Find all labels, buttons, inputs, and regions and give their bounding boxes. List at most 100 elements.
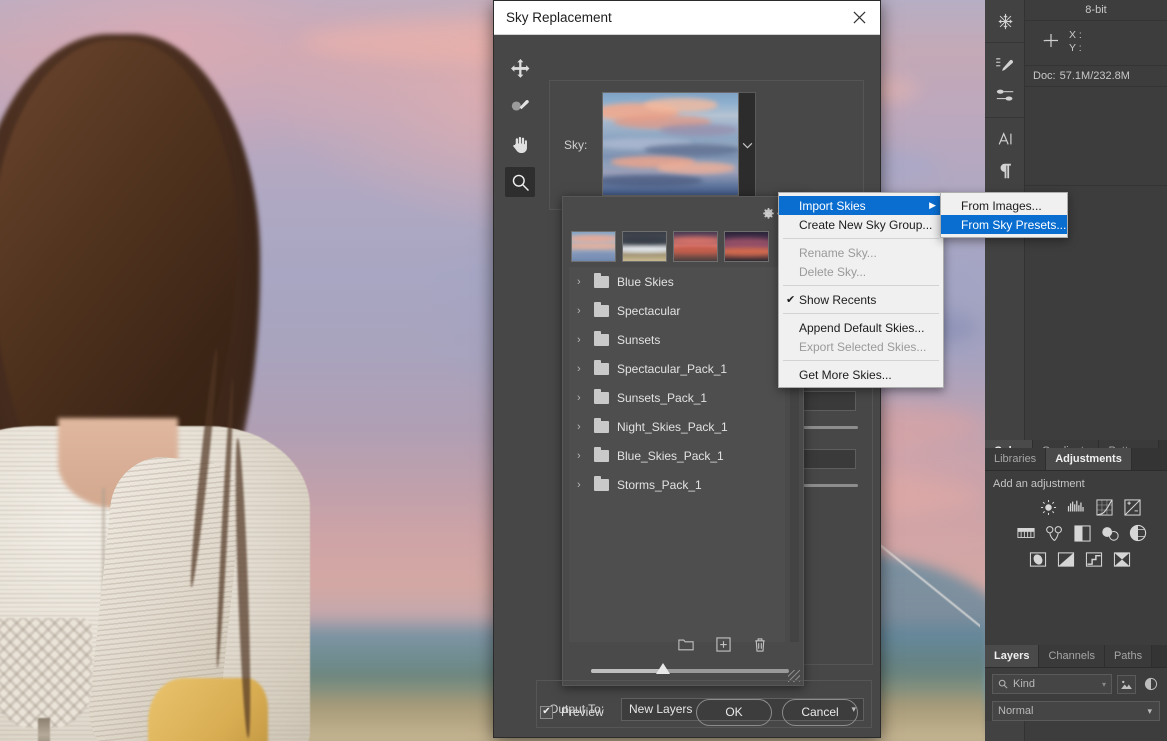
layer-filter-row: Kind ▾	[992, 674, 1160, 694]
layers-body: Kind ▾ Normal ▾	[985, 668, 1167, 721]
recent-sky-thumbnail[interactable]	[622, 231, 667, 262]
recent-sky-thumbnail[interactable]	[724, 231, 769, 262]
layers-panel: Layers Channels Paths Kind ▾ Normal ▾	[985, 645, 1167, 721]
sky-folder-item[interactable]: › Spectacular_Pack_1	[569, 354, 785, 383]
chevron-right-icon[interactable]: ›	[577, 479, 586, 491]
folder-icon	[594, 446, 609, 462]
chevron-right-icon[interactable]: ›	[577, 421, 586, 433]
sky-folder-item[interactable]: › Sunsets	[569, 325, 785, 354]
new-folder-icon[interactable]	[678, 638, 694, 656]
dialog-titlebar[interactable]: Sky Replacement	[494, 1, 880, 35]
chevron-right-icon[interactable]: ›	[577, 305, 586, 317]
foreground-lighting-slider[interactable]	[802, 426, 858, 429]
color-adjust-value[interactable]	[802, 449, 856, 469]
color-balance-icon[interactable]	[1071, 523, 1093, 543]
tab-paths[interactable]: Paths	[1104, 645, 1153, 667]
hand-tool[interactable]	[505, 129, 535, 159]
layer-kind-select[interactable]: Kind ▾	[992, 674, 1112, 694]
recent-sky-thumbnail[interactable]	[571, 231, 616, 262]
recent-sky-thumbnail[interactable]	[673, 231, 718, 262]
hue-saturation-icon[interactable]	[1043, 523, 1065, 543]
rail-group-2	[985, 43, 1024, 118]
menu-item-from-images[interactable]: From Images...	[941, 196, 1067, 215]
thumbnail-size-slider[interactable]	[591, 663, 789, 674]
channel-mixer-icon[interactable]	[1027, 549, 1049, 569]
close-icon[interactable]	[846, 5, 872, 31]
tab-libraries[interactable]: Libraries	[985, 448, 1047, 470]
menu-item-import-skies[interactable]: Import Skies ▶	[779, 196, 943, 215]
brush-presets-icon[interactable]	[985, 48, 1025, 80]
paragraph-icon[interactable]	[985, 155, 1025, 187]
chevron-right-icon[interactable]: ›	[577, 450, 586, 462]
sky-dropdown-toggle[interactable]	[739, 92, 756, 198]
y-label: Y :	[1069, 42, 1082, 55]
sky-folder-item[interactable]: › Blue_Skies_Pack_1	[569, 441, 785, 470]
curves-icon[interactable]	[1093, 497, 1115, 517]
chevron-right-icon[interactable]: ›	[577, 334, 586, 346]
menu-item-show-recents[interactable]: ✔ Show Recents	[779, 290, 943, 309]
adjustment-row-2	[993, 523, 1159, 543]
chevron-right-icon[interactable]: ›	[577, 363, 586, 375]
sky-folder-label: Storms_Pack_1	[617, 477, 702, 492]
menu-item-label: Export Selected Skies...	[799, 339, 927, 354]
sky-folder-list[interactable]: › Blue Skies › Spectacular › Sunsets › S…	[569, 267, 785, 642]
folder-icon	[594, 475, 609, 491]
menu-item-label: Import Skies	[799, 198, 866, 213]
ok-button[interactable]: OK	[696, 698, 772, 726]
photo-filter-icon[interactable]	[1127, 523, 1149, 543]
vibrance-icon[interactable]	[1015, 523, 1037, 543]
sky-folder-item[interactable]: › Storms_Pack_1	[569, 470, 785, 499]
delete-icon[interactable]	[753, 637, 767, 657]
foreground-lighting-value[interactable]	[802, 391, 856, 411]
sky-folder-item[interactable]: › Sunsets_Pack_1	[569, 383, 785, 412]
menu-item-append-default-skies[interactable]: Append Default Skies...	[779, 318, 943, 337]
preview-toggle[interactable]: ✔ Preview	[540, 705, 604, 719]
photoshop-window: 8-bit X : Y : Doc: 57.1M/232.8M Librarie…	[0, 0, 1167, 741]
new-sky-icon[interactable]	[716, 637, 731, 657]
move-tool[interactable]	[505, 53, 535, 83]
menu-item-label: Delete Sky...	[799, 264, 867, 279]
sky-folder-item[interactable]: › Night_Skies_Pack_1	[569, 412, 785, 441]
levels-icon[interactable]	[1065, 497, 1087, 517]
slider-handle[interactable]	[656, 663, 671, 674]
layer-kind-value: Kind	[1013, 678, 1036, 690]
blend-mode-select[interactable]: Normal ▾	[992, 701, 1160, 721]
chevron-right-icon[interactable]: ›	[577, 392, 586, 404]
selected-sky-thumbnail[interactable]	[602, 92, 739, 196]
gradient-map-icon[interactable]	[1111, 549, 1133, 569]
sky-folder-item[interactable]: › Spectacular	[569, 296, 785, 325]
menu-item-get-more-skies[interactable]: Get More Skies...	[779, 365, 943, 384]
zoom-tool[interactable]	[505, 167, 535, 197]
cancel-button[interactable]: Cancel	[782, 698, 858, 726]
chevron-right-icon: ▶	[929, 200, 936, 210]
menu-item-export-selected-skies: Export Selected Skies...	[779, 337, 943, 356]
status-info-column: 8-bit X : Y : Doc: 57.1M/232.8M	[1025, 0, 1167, 187]
sky-folder-item[interactable]: › Blue Skies	[569, 267, 785, 296]
sky-folder-label: Spectacular	[617, 303, 681, 318]
tab-adjustments[interactable]: Adjustments	[1046, 448, 1132, 470]
brightness-contrast-icon[interactable]	[1037, 497, 1059, 517]
tab-layers[interactable]: Layers	[985, 645, 1040, 667]
adjustments-panel-tabs: Libraries Adjustments	[985, 448, 1167, 471]
adjustment-filter-icon[interactable]	[1141, 675, 1160, 694]
menu-item-from-sky-presets[interactable]: From Sky Presets...	[941, 215, 1067, 234]
pixel-filter-icon[interactable]	[1117, 674, 1136, 694]
invert-icon[interactable]	[1083, 549, 1105, 569]
chevron-right-icon[interactable]: ›	[577, 276, 586, 288]
snowflake-icon[interactable]	[985, 5, 1025, 37]
tab-libraries-label: Libraries	[994, 453, 1037, 465]
doc-value: 57.1M/232.8M	[1059, 70, 1130, 83]
sky-thumbnail-group[interactable]	[602, 92, 756, 198]
preview-checkbox[interactable]: ✔	[540, 705, 553, 719]
brush-settings-icon[interactable]	[985, 80, 1025, 112]
menu-item-label: Get More Skies...	[799, 367, 892, 382]
sky-brush-tool[interactable]	[505, 91, 535, 121]
folder-icon	[594, 272, 609, 288]
exposure-icon[interactable]	[1121, 497, 1143, 517]
color-adjust-slider[interactable]	[802, 484, 858, 487]
color-lookup-icon[interactable]	[1055, 549, 1077, 569]
black-white-icon[interactable]	[1099, 523, 1121, 543]
menu-item-create-new-sky-group[interactable]: Create New Sky Group...	[779, 215, 943, 234]
character-icon[interactable]	[985, 123, 1025, 155]
tab-channels[interactable]: Channels	[1039, 645, 1105, 667]
